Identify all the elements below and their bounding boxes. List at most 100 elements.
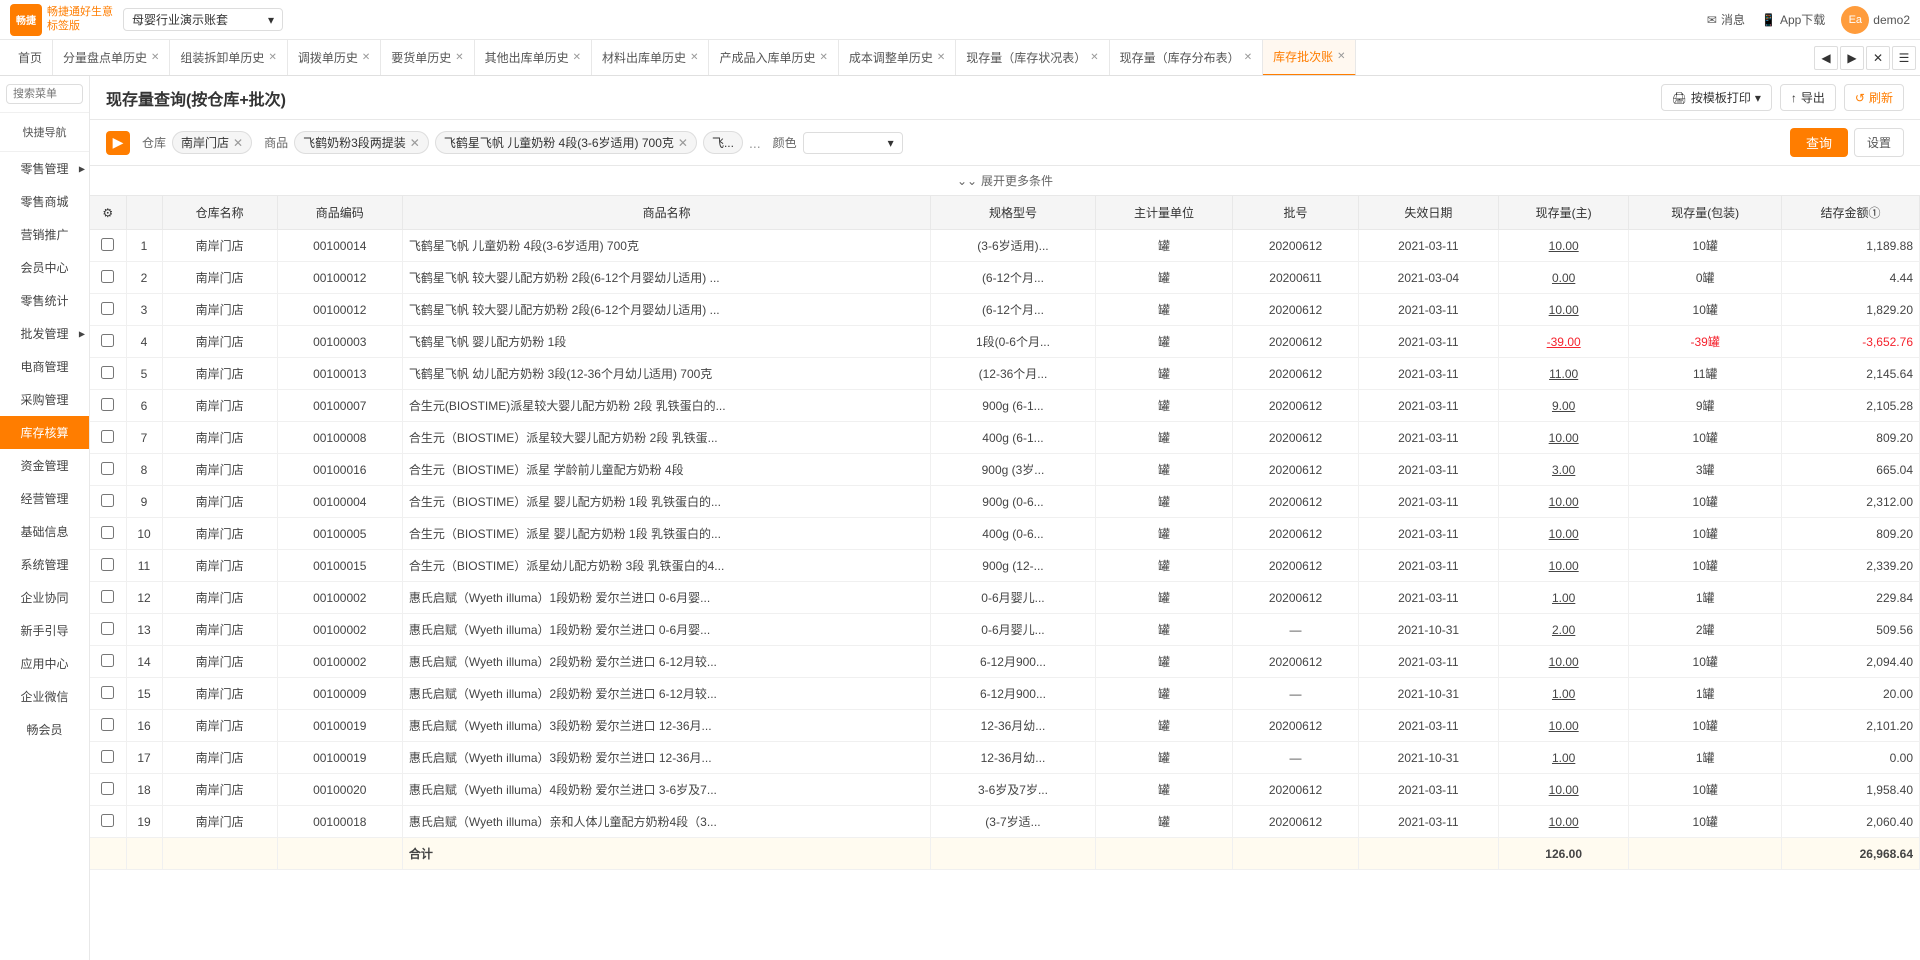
tab-3[interactable]: 调拨单历史 ✕: [288, 40, 381, 76]
search-input[interactable]: [6, 84, 83, 104]
cell-stock-main[interactable]: 10.00: [1499, 550, 1629, 582]
sidebar-item-零售商城[interactable]: 零售商城: [0, 185, 89, 218]
filter-color-dropdown[interactable]: ▾: [803, 132, 903, 154]
cell-checkbox[interactable]: [90, 262, 126, 294]
filter-product-tag1[interactable]: 飞鹤奶粉3段两提装 ✕: [294, 131, 429, 154]
tab-4-close[interactable]: ✕: [455, 52, 463, 63]
tab-5-close[interactable]: ✕: [573, 52, 581, 63]
cell-stock-main[interactable]: 1.00: [1499, 742, 1629, 774]
app-download-btn[interactable]: 📱 App下载: [1761, 11, 1825, 28]
cell-stock-main[interactable]: 10.00: [1499, 518, 1629, 550]
tab-11[interactable]: 库存批次账 ✕: [1263, 40, 1356, 76]
sidebar-item-零售管理[interactable]: 零售管理: [0, 152, 89, 185]
tab-4[interactable]: 要货单历史 ✕: [381, 40, 474, 76]
cell-checkbox[interactable]: [90, 486, 126, 518]
filter-expand-btn[interactable]: ▶: [106, 131, 130, 155]
cell-checkbox[interactable]: [90, 454, 126, 486]
query-btn[interactable]: 查询: [1790, 128, 1848, 157]
cell-stock-main[interactable]: 10.00: [1499, 774, 1629, 806]
account-selector[interactable]: 母婴行业演示账套 ▾: [123, 8, 283, 31]
sidebar-item-新手引导[interactable]: 新手引导: [0, 614, 89, 647]
user-avatar[interactable]: Ea demo2: [1841, 6, 1910, 34]
cell-checkbox[interactable]: [90, 614, 126, 646]
tab-2[interactable]: 组装拆卸单历史 ✕: [170, 40, 287, 76]
setting-btn[interactable]: 设置: [1854, 128, 1904, 157]
cell-checkbox[interactable]: [90, 518, 126, 550]
tab-11-close[interactable]: ✕: [1337, 51, 1345, 62]
refresh-btn[interactable]: ↺ 刷新: [1844, 84, 1904, 111]
cell-checkbox[interactable]: [90, 582, 126, 614]
tab-menu[interactable]: ☰: [1892, 46, 1916, 70]
tab-2-close[interactable]: ✕: [268, 52, 276, 63]
sidebar-item-应用中心[interactable]: 应用中心: [0, 647, 89, 680]
cell-stock-main[interactable]: 10.00: [1499, 230, 1629, 262]
settings-icon[interactable]: ⚙: [102, 206, 113, 220]
cell-stock-main[interactable]: 10.00: [1499, 646, 1629, 678]
cell-checkbox[interactable]: [90, 358, 126, 390]
cell-stock-main[interactable]: 3.00: [1499, 454, 1629, 486]
tab-5[interactable]: 其他出库单历史 ✕: [475, 40, 592, 76]
template-print-btn[interactable]: 🖨 按模板打印 ▾: [1661, 84, 1772, 111]
tab-close-all[interactable]: ✕: [1866, 46, 1890, 70]
cell-checkbox[interactable]: [90, 550, 126, 582]
tab-9-close[interactable]: ✕: [1090, 52, 1098, 63]
tab-6[interactable]: 材料出库单历史 ✕: [592, 40, 709, 76]
sidebar-item-基础信息[interactable]: 基础信息: [0, 515, 89, 548]
tab-10[interactable]: 现存量（库存分布表） ✕: [1110, 40, 1263, 76]
tab-7-close[interactable]: ✕: [819, 52, 827, 63]
cell-checkbox[interactable]: [90, 230, 126, 262]
cell-checkbox[interactable]: [90, 390, 126, 422]
sidebar-item-批发管理[interactable]: 批发管理: [0, 317, 89, 350]
tab-8[interactable]: 成本调整单历史 ✕: [839, 40, 956, 76]
cell-checkbox[interactable]: [90, 326, 126, 358]
cell-checkbox[interactable]: [90, 806, 126, 838]
tab-6-close[interactable]: ✕: [690, 52, 698, 63]
tab-home[interactable]: 首页: [8, 40, 53, 76]
product-tag2-close-icon[interactable]: ✕: [678, 136, 688, 150]
sidebar-item-企业协同[interactable]: 企业协同: [0, 581, 89, 614]
sidebar-item-经营管理[interactable]: 经营管理: [0, 482, 89, 515]
sidebar-item-电商管理[interactable]: 电商管理: [0, 350, 89, 383]
cell-stock-main[interactable]: 10.00: [1499, 486, 1629, 518]
export-btn[interactable]: ↑ 导出: [1780, 84, 1836, 111]
product-tag1-close-icon[interactable]: ✕: [410, 136, 420, 150]
sidebar-quick-nav-item[interactable]: 快捷导航: [0, 119, 89, 145]
filter-product-tag2[interactable]: 飞鹤星飞帆 儿童奶粉 4段(3-6岁适用) 700克 ✕: [435, 131, 697, 154]
cell-stock-main[interactable]: 10.00: [1499, 294, 1629, 326]
tab-10-close[interactable]: ✕: [1244, 52, 1252, 63]
cell-stock-main[interactable]: 9.00: [1499, 390, 1629, 422]
cell-checkbox[interactable]: [90, 646, 126, 678]
tab-1[interactable]: 分量盘点单历史 ✕: [53, 40, 170, 76]
tab-9[interactable]: 现存量（库存状况表） ✕: [956, 40, 1109, 76]
tab-3-close[interactable]: ✕: [362, 52, 370, 63]
filter-product-more[interactable]: ...: [749, 135, 761, 151]
sidebar-item-企业微信[interactable]: 企业微信: [0, 680, 89, 713]
cell-checkbox[interactable]: [90, 294, 126, 326]
tab-7[interactable]: 产成品入库单历史 ✕: [709, 40, 838, 76]
tab-scroll-right[interactable]: ▶: [1840, 46, 1864, 70]
filter-product-tag3[interactable]: 飞...: [703, 131, 743, 154]
sidebar-item-库存核算[interactable]: 库存核算: [0, 416, 89, 449]
cell-checkbox[interactable]: [90, 422, 126, 454]
filter-warehouse-tag[interactable]: 南岸门店 ✕: [172, 131, 252, 154]
cell-stock-main[interactable]: 0.00: [1499, 262, 1629, 294]
sidebar-item-系统管理[interactable]: 系统管理: [0, 548, 89, 581]
cell-stock-main[interactable]: 1.00: [1499, 678, 1629, 710]
sidebar-item-资金管理[interactable]: 资金管理: [0, 449, 89, 482]
cell-checkbox[interactable]: [90, 710, 126, 742]
cell-stock-main[interactable]: 2.00: [1499, 614, 1629, 646]
cell-stock-main[interactable]: 10.00: [1499, 710, 1629, 742]
sidebar-item-营销推广[interactable]: 营销推广: [0, 218, 89, 251]
cell-stock-main[interactable]: 11.00: [1499, 358, 1629, 390]
cell-stock-main[interactable]: 10.00: [1499, 806, 1629, 838]
sidebar-item-会员中心[interactable]: 会员中心: [0, 251, 89, 284]
cell-checkbox[interactable]: [90, 742, 126, 774]
warehouse-tag-close-icon[interactable]: ✕: [233, 136, 243, 150]
tab-scroll-left[interactable]: ◀: [1814, 46, 1838, 70]
sidebar-item-零售统计[interactable]: 零售统计: [0, 284, 89, 317]
tab-8-close[interactable]: ✕: [937, 52, 945, 63]
col-settings[interactable]: ⚙: [90, 196, 126, 230]
cell-checkbox[interactable]: [90, 678, 126, 710]
cell-stock-main[interactable]: 1.00: [1499, 582, 1629, 614]
message-btn[interactable]: ✉ 消息: [1707, 11, 1745, 28]
